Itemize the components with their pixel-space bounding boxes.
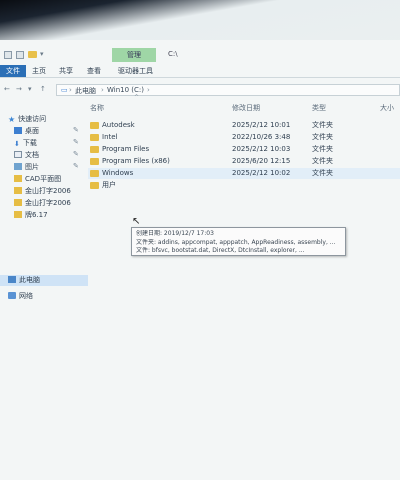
sidebar-item-network[interactable]: 网络: [8, 291, 33, 302]
sort-up-icon: ^: [134, 94, 140, 101]
pin-icon[interactable]: ✎: [73, 150, 79, 158]
mouse-cursor-icon: ↖: [132, 216, 141, 227]
table-row[interactable]: Windows 2025/2/12 10:02 文件夹: [88, 168, 400, 179]
sidebar-item-617[interactable]: 牌6.17: [14, 210, 48, 221]
address-row: ← → ▾ ↑ ▭ › 此电脑 › Win10 (C:) ›: [0, 83, 400, 97]
tooltip-created: 创建日期: 2019/12/7 17:03: [136, 230, 214, 237]
file-date: 2025/6/20 12:15: [232, 157, 291, 165]
tab-file[interactable]: 文件: [0, 65, 26, 77]
table-row[interactable]: Program Files (x86) 2025/6/20 12:15 文件夹: [88, 156, 400, 167]
file-date: 2025/2/12 10:02: [232, 169, 291, 177]
file-type: 文件夹: [312, 157, 333, 165]
file-date: 2022/10/26 3:48: [232, 133, 291, 141]
column-header-date[interactable]: 修改日期: [232, 103, 260, 113]
sidebar-item-this-pc[interactable]: 此电脑: [0, 275, 88, 286]
column-header-type[interactable]: 类型: [312, 103, 326, 113]
file-name: Intel: [102, 133, 118, 141]
forward-arrow-icon[interactable]: →: [16, 85, 24, 95]
pc-icon: [8, 276, 16, 283]
tab-drive-tools[interactable]: 驱动器工具: [112, 65, 159, 77]
tooltip-folders: 文件夹: addins, appcompat, apppatch, AppRea…: [136, 238, 336, 246]
navigation-pane: ★ 快速访问 桌面 ✎ ⬇ 下载 ✎ 文档 ✎ 图片 ✎ CAD平面图 金山打字20…: [0, 100, 88, 480]
folder-info-tooltip: 创建日期: 2019/12/7 17:03 文件夹: addins, appco…: [131, 227, 346, 256]
tab-home[interactable]: 主页: [26, 65, 52, 77]
recent-chevron-icon[interactable]: ▾: [28, 85, 36, 95]
table-row[interactable]: Autodesk 2025/2/12 10:01 文件夹: [88, 120, 400, 131]
new-item-icon[interactable]: [16, 51, 24, 59]
context-tab-manage[interactable]: 管理: [112, 48, 156, 62]
file-name: 用户: [102, 181, 116, 189]
file-type: 文件夹: [312, 169, 333, 177]
column-header-name[interactable]: 名称: [90, 103, 104, 113]
tooltip-files: 文件: bfsvc, bootstat.dat, DirectX, DtcIns…: [136, 247, 305, 254]
file-list: 名称 ^ 修改日期 类型 大小 Autodesk 2025/2/12 10:01…: [88, 94, 400, 480]
file-name: Windows: [102, 169, 134, 177]
back-arrow-icon[interactable]: ←: [4, 85, 12, 95]
ribbon-tabs: 文件 主页 共享 查看 驱动器工具: [0, 64, 400, 78]
pc-icon: ▭: [61, 86, 68, 94]
file-type: 文件夹: [312, 121, 333, 129]
sidebar-item-typing-1[interactable]: 金山打字2006: [14, 186, 71, 197]
address-bar[interactable]: ▭ › 此电脑 › Win10 (C:) ›: [56, 84, 400, 96]
pin-icon[interactable]: ✎: [73, 162, 79, 170]
table-row[interactable]: Intel 2022/10/26 3:48 文件夹: [88, 132, 400, 143]
folder-icon: [90, 182, 99, 189]
folder-icon: [14, 199, 22, 206]
tab-share[interactable]: 共享: [53, 65, 79, 77]
document-icon: [14, 151, 22, 158]
file-type: 文件夹: [312, 145, 333, 153]
picture-icon: [14, 163, 22, 170]
file-name: Program Files: [102, 145, 150, 153]
file-name: Program Files (x86): [102, 157, 170, 165]
new-folder-icon[interactable]: [28, 51, 37, 58]
folder-icon: [90, 158, 99, 165]
breadcrumb-this-pc[interactable]: 此电脑: [75, 86, 96, 96]
column-header-size[interactable]: 大小: [380, 103, 394, 113]
sidebar-item-cad[interactable]: CAD平面图: [14, 174, 61, 185]
pin-icon[interactable]: ✎: [73, 138, 79, 146]
up-arrow-icon[interactable]: ↑: [40, 85, 48, 95]
folder-icon: [90, 122, 99, 129]
chevron-right-icon: ›: [147, 86, 150, 94]
chevron-right-icon: ›: [69, 86, 72, 94]
folder-icon: [90, 170, 99, 177]
file-explorer-window: ▾ 管理 C:\ 文件 主页 共享 查看 驱动器工具 ← → ▾ ↑ ▭ › 此…: [0, 40, 400, 480]
folder-icon: [14, 175, 22, 182]
properties-icon[interactable]: [4, 51, 12, 59]
tab-view[interactable]: 查看: [81, 65, 107, 77]
star-icon: ★: [8, 115, 16, 124]
pin-icon[interactable]: ✎: [73, 126, 79, 134]
file-date: 2025/2/12 10:01: [232, 121, 291, 129]
sidebar-item-documents[interactable]: 文档: [14, 150, 39, 161]
desktop-icon: [14, 127, 22, 134]
chevron-right-icon: ›: [101, 86, 104, 94]
table-row[interactable]: 用户: [88, 180, 400, 191]
folder-icon: [90, 146, 99, 153]
sidebar-item-typing-2[interactable]: 金山打字2006: [14, 198, 71, 209]
network-icon: [8, 292, 16, 299]
download-icon: ⬇: [14, 140, 20, 148]
folder-icon: [14, 211, 22, 218]
folder-icon: [90, 134, 99, 141]
title-bar: ▾ 管理 C:\: [0, 48, 400, 62]
quick-access-toolbar-chevron-icon[interactable]: ▾: [40, 50, 44, 58]
sidebar-item-desktop[interactable]: 桌面: [14, 126, 39, 137]
sidebar-item-pictures[interactable]: 图片: [14, 162, 39, 173]
file-date: 2025/2/12 10:03: [232, 145, 291, 153]
file-name: Autodesk: [102, 121, 135, 129]
window-title: C:\: [168, 50, 178, 58]
sidebar-item-downloads[interactable]: ⬇ 下载: [14, 138, 37, 149]
folder-icon: [14, 187, 22, 194]
breadcrumb-c-drive[interactable]: Win10 (C:): [107, 86, 144, 94]
file-type: 文件夹: [312, 133, 333, 141]
sidebar-item-quick-access[interactable]: ★ 快速访问: [8, 114, 46, 125]
table-row[interactable]: Program Files 2025/2/12 10:03 文件夹: [88, 144, 400, 155]
